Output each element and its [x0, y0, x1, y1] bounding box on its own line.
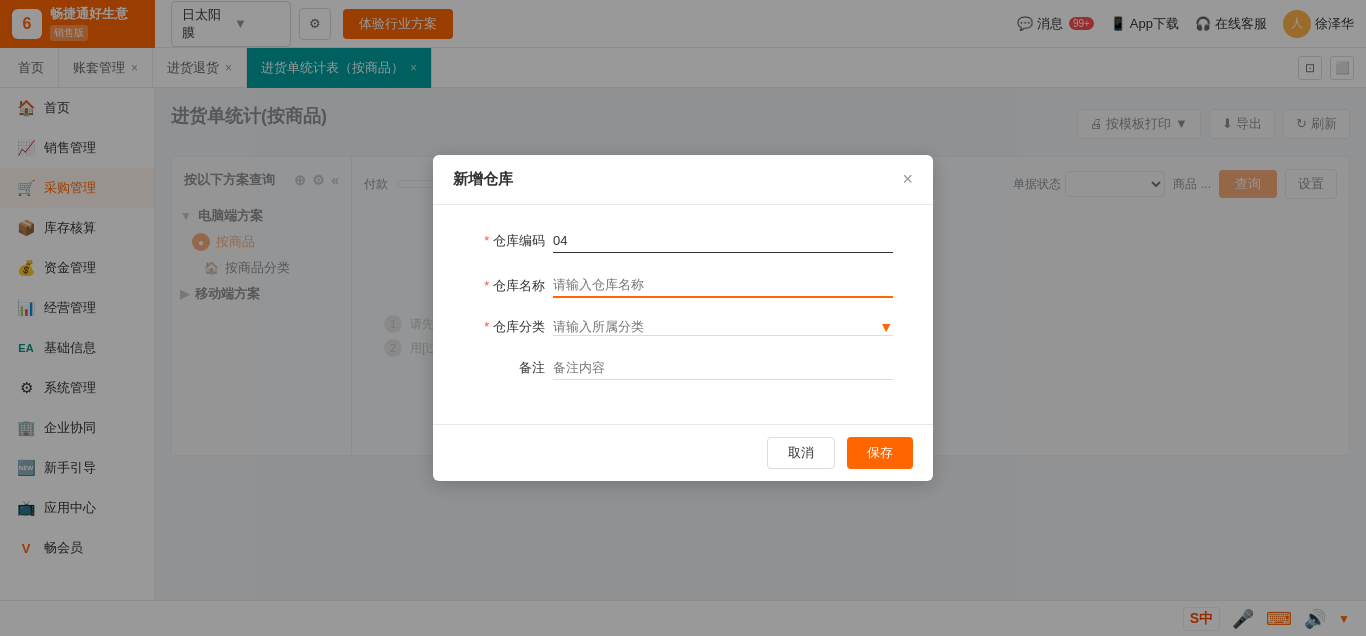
modal-body: 仓库编码 仓库名称 仓库分类 ▼ 备注 — [433, 205, 933, 424]
save-button[interactable]: 保存 — [847, 437, 913, 469]
warehouse-name-row: 仓库名称 — [473, 273, 893, 298]
category-dropdown-icon: ▼ — [879, 319, 893, 335]
name-label: 仓库名称 — [473, 277, 553, 295]
category-label: 仓库分类 — [473, 318, 553, 336]
warehouse-note-row: 备注 — [473, 356, 893, 380]
warehouse-code-row: 仓库编码 — [473, 229, 893, 253]
note-label: 备注 — [473, 359, 553, 377]
cancel-button[interactable]: 取消 — [767, 437, 835, 469]
modal-overlay: 新增仓库 × 仓库编码 仓库名称 仓库分类 ▼ — [0, 0, 1366, 636]
category-input[interactable] — [553, 319, 879, 334]
modal-header: 新增仓库 × — [433, 155, 933, 205]
warehouse-name-input[interactable] — [553, 273, 893, 298]
add-warehouse-modal: 新增仓库 × 仓库编码 仓库名称 仓库分类 ▼ — [433, 155, 933, 481]
modal-footer: 取消 保存 — [433, 424, 933, 481]
modal-title: 新增仓库 — [453, 170, 513, 189]
code-label: 仓库编码 — [473, 232, 553, 250]
warehouse-code-input[interactable] — [553, 229, 893, 253]
warehouse-note-input[interactable] — [553, 356, 893, 380]
warehouse-category-row: 仓库分类 ▼ — [473, 318, 893, 336]
modal-close-button[interactable]: × — [902, 169, 913, 190]
category-select-wrap: ▼ — [553, 319, 893, 336]
